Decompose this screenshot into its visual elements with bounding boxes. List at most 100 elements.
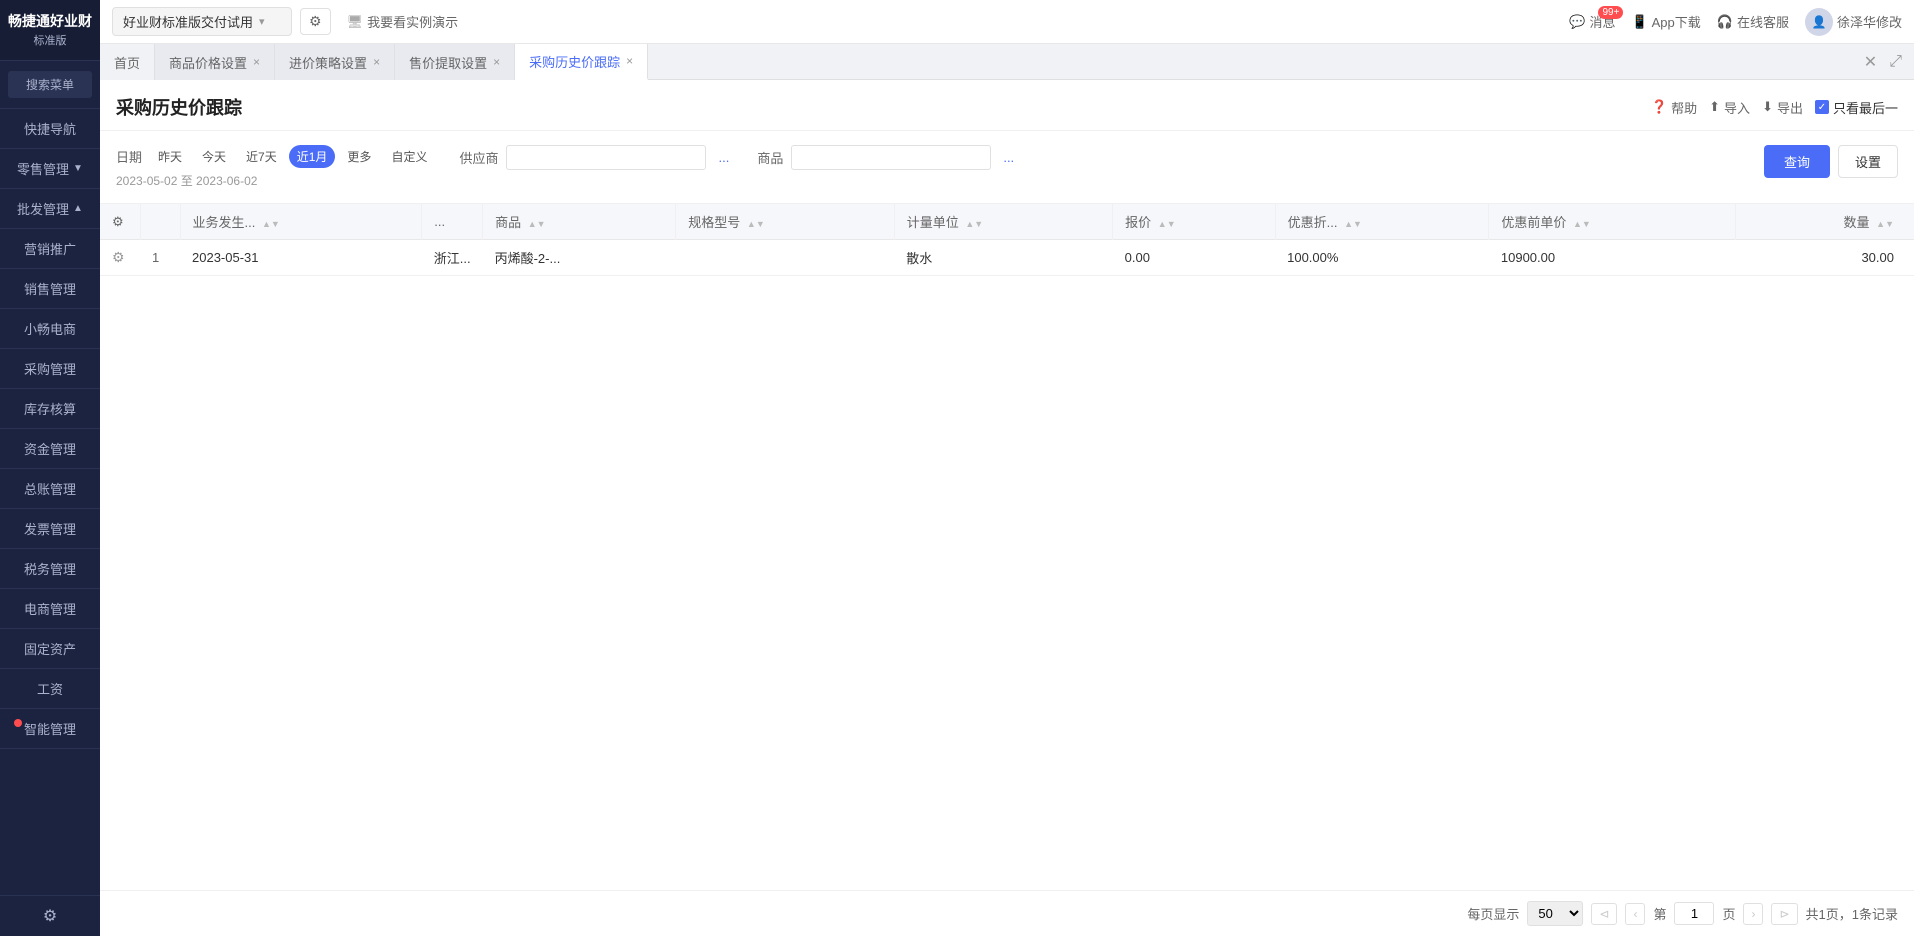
tab-label: 首页	[114, 53, 140, 72]
next-page-button[interactable]: ›	[1743, 903, 1763, 925]
import-button[interactable]: ⬆ 导入	[1709, 98, 1750, 117]
last-page-button[interactable]: ⊳	[1771, 903, 1797, 925]
maximize-button[interactable]: ⤢	[1885, 51, 1906, 73]
date-option-更多[interactable]: 更多	[339, 145, 379, 168]
version-selector[interactable]: 好业财标准版交付试用 ▾	[112, 7, 292, 36]
sort-icon: ▲▼	[262, 220, 280, 229]
close-tab-button[interactable]: ✕	[1860, 50, 1881, 74]
page-header: 采购历史价跟踪 ❓ 帮助 ⬆ 导入 ⬇ 导出 ✓ 只看最后一	[100, 80, 1914, 131]
sidebar-item-tax[interactable]: 税务管理	[0, 549, 100, 589]
search-menu-button[interactable]: 搜索菜单	[8, 71, 92, 98]
date-option-自定义[interactable]: 自定义	[383, 145, 435, 168]
sidebar-item-marketing[interactable]: 营销推广	[0, 229, 100, 269]
date-option-今天[interactable]: 今天	[194, 145, 234, 168]
sidebar-item-invoice[interactable]: 发票管理	[0, 509, 100, 549]
sidebar-item-label: 小畅电商	[24, 319, 76, 338]
goods-more-button[interactable]: ...	[999, 150, 1018, 165]
close-tab-icon[interactable]: ×	[626, 54, 633, 68]
demo-link[interactable]: 🖥 我要看实例演示	[347, 12, 459, 31]
gear-icon[interactable]: ⚙	[43, 908, 57, 925]
col-quantity[interactable]: 数量 ▲▼	[1735, 204, 1914, 240]
sidebar-item-retail[interactable]: 零售管理▼	[0, 149, 100, 189]
col-pre-discount[interactable]: 优惠前单价 ▲▼	[1489, 204, 1735, 240]
row-unit: 散水	[894, 240, 1112, 276]
chevron-up-icon: ▲	[73, 203, 83, 214]
data-table: ⚙ 业务发生... ▲▼ ... 商品 ▲▼	[100, 204, 1914, 276]
query-button[interactable]: 查询	[1764, 145, 1830, 178]
col-more[interactable]: ...	[422, 204, 483, 240]
col-discount[interactable]: 优惠折... ▲▼	[1275, 204, 1489, 240]
sidebar-item-smart[interactable]: 智能管理	[0, 709, 100, 749]
messages-button[interactable]: 💬 消息 99+	[1569, 12, 1615, 31]
table-container: ⚙ 业务发生... ▲▼ ... 商品 ▲▼	[100, 204, 1914, 890]
help-label: 帮助	[1671, 98, 1697, 117]
col-date[interactable]: 业务发生... ▲▼	[180, 204, 422, 240]
tab-label: 售价提取设置	[409, 53, 487, 72]
app-logo-sub: 标准版	[34, 32, 67, 48]
supplier-input[interactable]	[506, 145, 706, 170]
sort-icon: ▲▼	[747, 220, 765, 229]
tab-sale-price[interactable]: 售价提取设置 ×	[395, 44, 515, 80]
filter-actions: 查询 设置	[1764, 145, 1898, 178]
row-num: 1	[140, 240, 180, 276]
sidebar-item-wholesale[interactable]: 批发管理▲	[0, 189, 100, 229]
sidebar-item-label: 税务管理	[24, 559, 76, 578]
table-body: ⚙ 1 2023-05-31 浙江... 丙烯酸-2-... 散水 0.00 1…	[100, 240, 1914, 276]
col-goods-label: 商品	[495, 215, 521, 230]
supplier-more-button[interactable]: ...	[714, 150, 733, 165]
page-input[interactable]	[1674, 902, 1714, 925]
tab-purchase-strategy[interactable]: 进价策略设置×	[275, 44, 395, 80]
page-label: 第	[1653, 904, 1666, 923]
col-gear[interactable]: ⚙	[100, 204, 140, 240]
col-quote[interactable]: 报价 ▲▼	[1113, 204, 1275, 240]
close-tab-icon[interactable]: ×	[493, 55, 500, 69]
sidebar-item-ecommerce-small[interactable]: 小畅电商	[0, 309, 100, 349]
avatar: 👤	[1805, 8, 1833, 36]
gear-icon: ⚙	[112, 214, 124, 229]
sidebar-item-label: 电商管理	[24, 599, 76, 618]
app-download-button[interactable]: 📱 App下载	[1631, 12, 1700, 31]
sidebar-item-purchase[interactable]: 采购管理	[0, 349, 100, 389]
tab-purchase-history[interactable]: 采购历史价跟踪×	[515, 44, 648, 80]
only-last-toggle[interactable]: ✓ 只看最后一	[1815, 98, 1898, 117]
sidebar-item-inventory[interactable]: 库存核算	[0, 389, 100, 429]
page-size-select[interactable]: 50 100 200	[1527, 901, 1583, 926]
col-spec[interactable]: 规格型号 ▲▼	[676, 204, 894, 240]
sidebar-item-label: 资金管理	[24, 439, 76, 458]
online-service-button[interactable]: 🎧 在线客服	[1717, 12, 1789, 31]
prev-page-button[interactable]: ‹	[1625, 903, 1645, 925]
date-option-昨天[interactable]: 昨天	[150, 145, 190, 168]
sidebar-item-ecommerce[interactable]: 电商管理	[0, 589, 100, 629]
sidebar-item-label: 快捷导航	[24, 119, 76, 138]
settings-button[interactable]: 设置	[1838, 145, 1898, 178]
row-supplier: 浙江...	[422, 240, 483, 276]
row-gear[interactable]: ⚙	[100, 240, 140, 276]
sidebar-item-sales[interactable]: 销售管理	[0, 269, 100, 309]
sidebar-nav: 零售管理▼批发管理▲营销推广销售管理小畅电商采购管理库存核算资金管理总账管理发票…	[0, 149, 100, 749]
date-option-近7天[interactable]: 近7天	[238, 145, 285, 168]
sidebar-item-ledger[interactable]: 总账管理	[0, 469, 100, 509]
chevron-down-icon: ▾	[259, 15, 265, 28]
sidebar-item-finance[interactable]: 资金管理	[0, 429, 100, 469]
import-label: 导入	[1724, 98, 1750, 117]
close-tab-icon[interactable]: ×	[373, 55, 380, 69]
close-tab-icon[interactable]: ×	[253, 55, 260, 69]
first-page-button[interactable]: ⊲	[1591, 903, 1617, 925]
settings-icon[interactable]: ⚙	[300, 8, 331, 35]
col-goods[interactable]: 商品 ▲▼	[483, 204, 676, 240]
row-quote: 0.00	[1113, 240, 1275, 276]
sidebar-item-payroll[interactable]: 工资	[0, 669, 100, 709]
tab-price[interactable]: 商品价格设置 ×	[155, 44, 275, 80]
sidebar-item-quick-nav[interactable]: 快捷导航	[0, 109, 100, 149]
user-menu[interactable]: 👤 徐泽华修改	[1805, 8, 1902, 36]
export-button[interactable]: ⬇ 导出	[1762, 98, 1803, 117]
sidebar-item-label: 库存核算	[24, 399, 76, 418]
tab-label: 商品价格设置	[169, 53, 247, 72]
help-button[interactable]: ❓ 帮助	[1651, 98, 1697, 117]
goods-input[interactable]	[791, 145, 991, 170]
col-unit[interactable]: 计量单位 ▲▼	[894, 204, 1112, 240]
date-option-近1月[interactable]: 近1月	[289, 145, 336, 168]
tab-home[interactable]: 首页	[100, 44, 155, 80]
topbar: 好业财标准版交付试用 ▾ ⚙ 🖥 我要看实例演示 💬 消息 99+ 📱 App下…	[100, 0, 1914, 44]
sidebar-item-fixed-assets[interactable]: 固定资产	[0, 629, 100, 669]
